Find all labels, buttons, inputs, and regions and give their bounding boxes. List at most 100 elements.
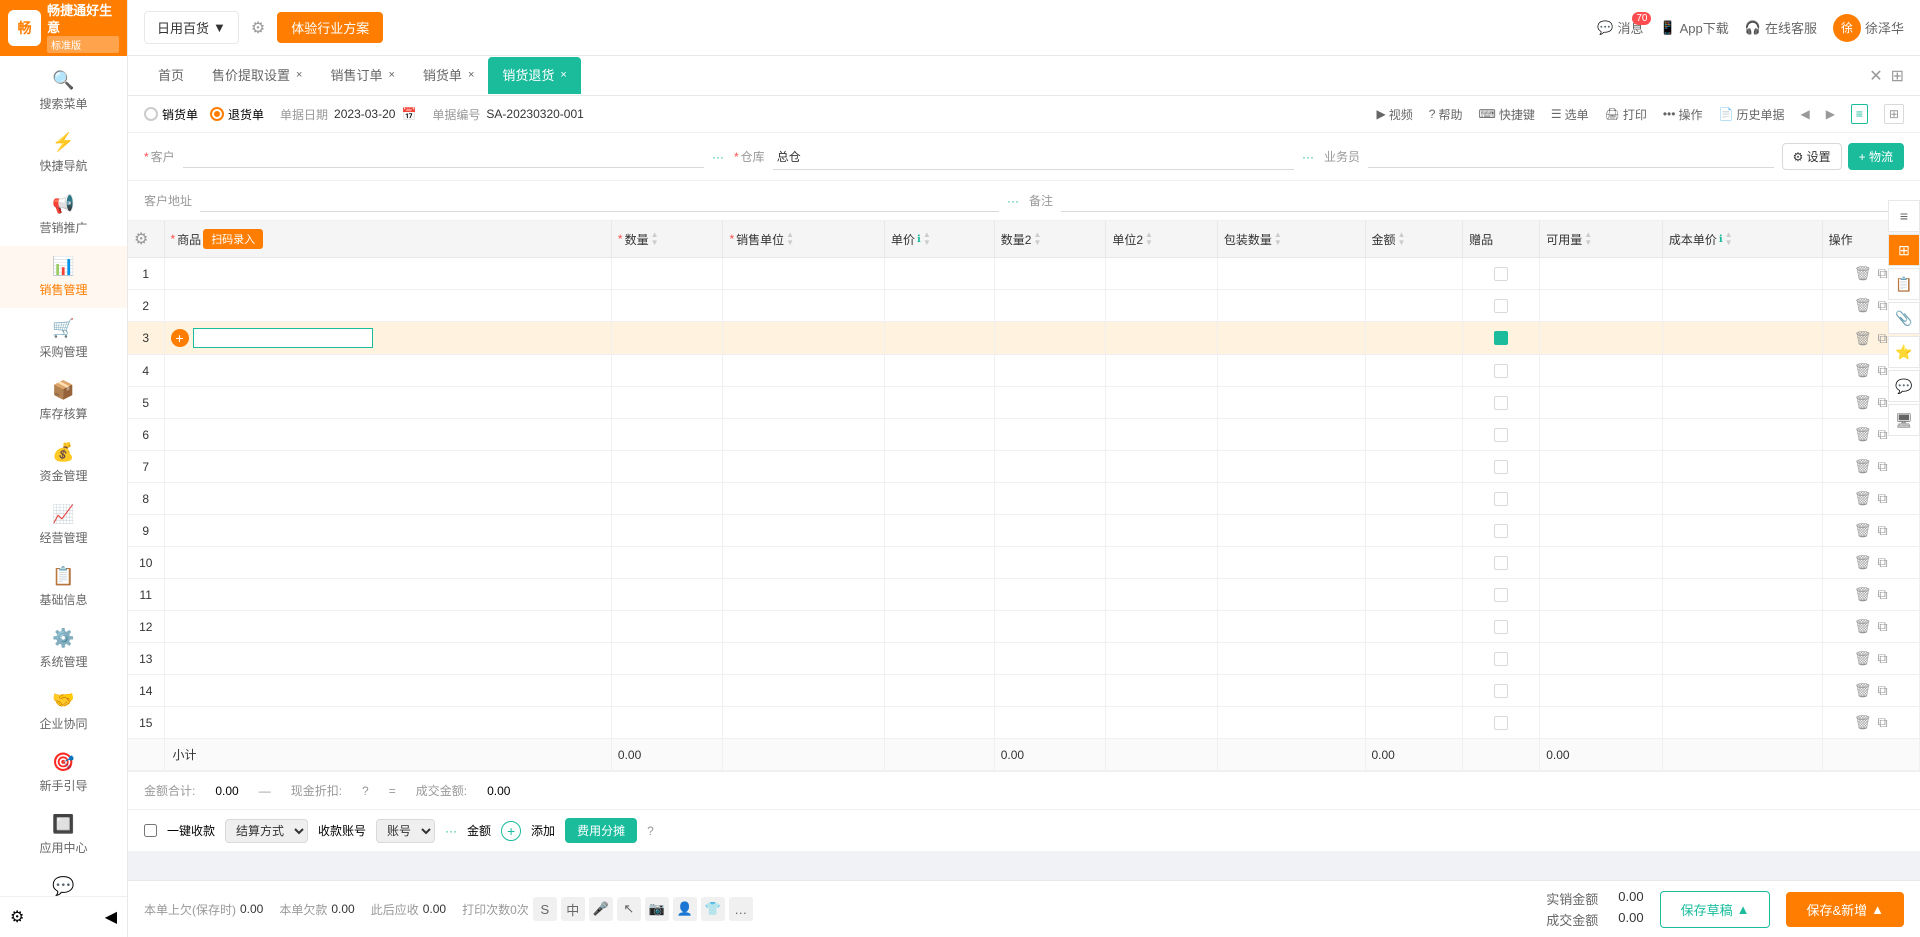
add-row-icon[interactable]: + (171, 329, 189, 347)
qty2-cell-4[interactable] (994, 355, 1106, 387)
qty-cell-10[interactable] (611, 547, 723, 579)
app-download-button[interactable]: 📱 App下载 (1659, 18, 1728, 37)
qty-cell-6[interactable] (611, 419, 723, 451)
product-cell-12[interactable] (164, 611, 611, 643)
delete-row-icon-3[interactable]: 🗑 (1854, 330, 1872, 347)
product-cell-14[interactable] (164, 675, 611, 707)
price-cell-12[interactable] (884, 611, 994, 643)
cost-cell-1[interactable] (1662, 258, 1822, 290)
copy-row-icon-12[interactable]: ⧉ (1878, 618, 1888, 635)
unit2-cell-7[interactable] (1106, 451, 1218, 483)
avail-cell-9[interactable] (1540, 515, 1663, 547)
cost-cell-11[interactable] (1662, 579, 1822, 611)
copy-row-icon-4[interactable]: ⧉ (1878, 362, 1888, 379)
qty-cell-7[interactable] (611, 451, 723, 483)
unit-cell-11[interactable] (723, 579, 885, 611)
tool-extra[interactable]: … (729, 897, 753, 921)
delete-row-icon-6[interactable]: 🗑 (1854, 426, 1872, 443)
gift-cell-12[interactable] (1463, 611, 1540, 643)
gift-cell-13[interactable] (1463, 643, 1540, 675)
amount-cell-11[interactable] (1365, 579, 1463, 611)
tool-cursor[interactable]: ↖ (617, 897, 641, 921)
delete-row-icon-13[interactable]: 🗑 (1854, 650, 1872, 667)
gift-cell-7[interactable] (1463, 451, 1540, 483)
unit2-cell-4[interactable] (1106, 355, 1218, 387)
unit-cell-7[interactable] (723, 451, 885, 483)
gift-cell-6[interactable] (1463, 419, 1540, 451)
gift-cell-2[interactable] (1463, 290, 1540, 322)
video-action[interactable]: ▶视频 (1377, 106, 1413, 123)
amount-cell-4[interactable] (1365, 355, 1463, 387)
product-cell-10[interactable] (164, 547, 611, 579)
gift-cell-15[interactable] (1463, 707, 1540, 739)
unit-cell-12[interactable] (723, 611, 885, 643)
amount-cell-3[interactable] (1365, 322, 1463, 355)
copy-row-icon-13[interactable]: ⧉ (1878, 650, 1888, 667)
settings-icon[interactable]: ⚙ (10, 907, 24, 927)
unit-cell-4[interactable] (723, 355, 885, 387)
one-key-checkbox[interactable] (144, 824, 157, 837)
tab-close-icon[interactable]: × (560, 69, 566, 81)
daily-goods-selector[interactable]: 日用百货 ▼ (144, 11, 239, 44)
avail-cell-2[interactable] (1540, 290, 1663, 322)
unit-cell-14[interactable] (723, 675, 885, 707)
qty-cell-11[interactable] (611, 579, 723, 611)
qty-cell-3[interactable] (611, 322, 723, 355)
fee-split-button[interactable]: 费用分摊 (565, 818, 637, 843)
product-cell-2[interactable] (164, 290, 611, 322)
qty2-cell-13[interactable] (994, 643, 1106, 675)
table-setting-icon[interactable]: ⚙ (134, 231, 148, 248)
product-cell-13[interactable] (164, 643, 611, 675)
product-cell-1[interactable] (164, 258, 611, 290)
amount-cell-5[interactable] (1365, 387, 1463, 419)
logistics-button[interactable]: + 物流 (1848, 143, 1904, 170)
price-cell-9[interactable] (884, 515, 994, 547)
avail-cell-1[interactable] (1540, 258, 1663, 290)
gift-cell-9[interactable] (1463, 515, 1540, 547)
amount-cell-1[interactable] (1365, 258, 1463, 290)
tab-0[interactable]: 首页 (144, 57, 198, 94)
pkg-cell-14[interactable] (1217, 675, 1365, 707)
qty2-cell-14[interactable] (994, 675, 1106, 707)
qty-cell-13[interactable] (611, 643, 723, 675)
price-cell-1[interactable] (884, 258, 994, 290)
avail-cell-5[interactable] (1540, 387, 1663, 419)
unit2-cell-2[interactable] (1106, 290, 1218, 322)
add-payment-button[interactable]: + (501, 821, 521, 841)
account-select[interactable]: 账号 (376, 819, 435, 843)
gift-checkbox-1[interactable] (1494, 267, 1508, 281)
price-cell-8[interactable] (884, 483, 994, 515)
avail-cell-8[interactable] (1540, 483, 1663, 515)
save-new-button[interactable]: 保存&新增 ▲ (1786, 892, 1904, 927)
help-action[interactable]: ?帮助 (1429, 106, 1463, 123)
customer-input[interactable] (183, 145, 704, 168)
tab-close-icon[interactable]: × (388, 69, 394, 81)
save-draft-button[interactable]: 保存草稿 ▲ (1660, 891, 1771, 928)
copy-row-icon-9[interactable]: ⧉ (1878, 522, 1888, 539)
delete-row-icon-14[interactable]: 🗑 (1854, 682, 1872, 699)
user-profile[interactable]: 徐 徐泽华 (1833, 14, 1904, 42)
unit-cell-13[interactable] (723, 643, 885, 675)
product-cell-6[interactable] (164, 419, 611, 451)
price-cell-13[interactable] (884, 643, 994, 675)
delete-row-icon-12[interactable]: 🗑 (1854, 618, 1872, 635)
prev-icon[interactable]: ◀ (1800, 107, 1809, 121)
qty2-cell-1[interactable] (994, 258, 1106, 290)
amount-cell-14[interactable] (1365, 675, 1463, 707)
sidebar-item-search[interactable]: 🔍搜索菜单 (0, 60, 127, 122)
warehouse-value[interactable]: 总仓 (773, 144, 1294, 170)
delete-row-icon-10[interactable]: 🗑 (1854, 554, 1872, 571)
copy-row-icon-8[interactable]: ⧉ (1878, 490, 1888, 507)
pkg-cell-5[interactable] (1217, 387, 1365, 419)
pkg-cell-6[interactable] (1217, 419, 1365, 451)
unit2-cell-9[interactable] (1106, 515, 1218, 547)
price-cell-10[interactable] (884, 547, 994, 579)
price-cell-2[interactable] (884, 290, 994, 322)
unit2-cell-12[interactable] (1106, 611, 1218, 643)
qty-cell-14[interactable] (611, 675, 723, 707)
gift-checkbox-14[interactable] (1494, 684, 1508, 698)
amount-cell-2[interactable] (1365, 290, 1463, 322)
tab-close-icon[interactable]: × (468, 69, 474, 81)
cost-cell-7[interactable] (1662, 451, 1822, 483)
unit-cell-2[interactable] (723, 290, 885, 322)
